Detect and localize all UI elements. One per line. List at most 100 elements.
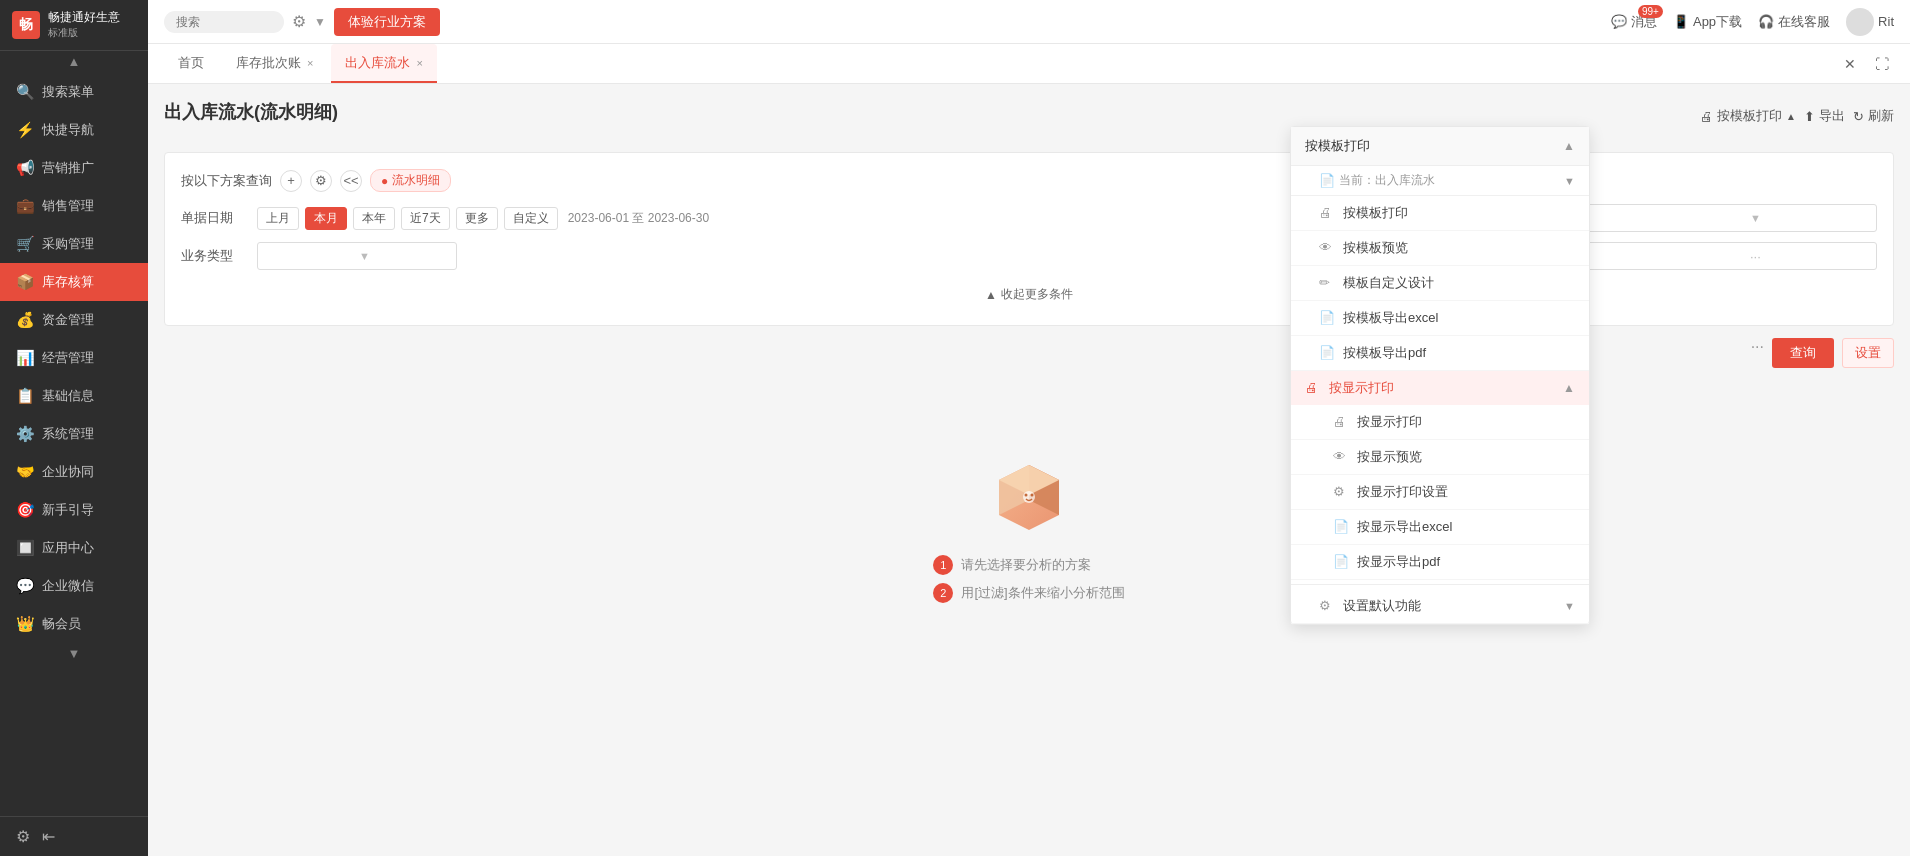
edit-icon: ✏ bbox=[1319, 275, 1335, 291]
template-print-btn[interactable]: 🖨 按模板打印 ▲ bbox=[1700, 107, 1796, 125]
sidebar-item-label: 快捷导航 bbox=[42, 121, 94, 139]
message-icon: 💬 bbox=[1611, 14, 1627, 29]
topbar-gear-icon[interactable]: ⚙ bbox=[292, 12, 306, 31]
industry-solution-button[interactable]: 体验行业方案 bbox=[334, 8, 440, 36]
filter-collapse-btn[interactable]: << bbox=[340, 170, 362, 192]
dropdown-template-custom-btn[interactable]: ✏ 模板自定义设计 bbox=[1291, 266, 1589, 301]
item-label: 按模板预览 bbox=[1343, 239, 1408, 257]
biz-type-label: 业务类型 bbox=[181, 247, 241, 265]
sidebar-item-label: 企业协同 bbox=[42, 463, 94, 481]
sidebar-item-finance[interactable]: 💰 资金管理 bbox=[0, 301, 148, 339]
sidebar-item-sales[interactable]: 💼 销售管理 bbox=[0, 187, 148, 225]
tag-label: 流水明细 bbox=[392, 172, 440, 189]
section-label: 按显示打印 bbox=[1329, 379, 1394, 397]
sidebar-item-wechat[interactable]: 💬 企业微信 bbox=[0, 567, 148, 605]
search-input[interactable] bbox=[164, 11, 284, 33]
window-close-btn[interactable]: ✕ bbox=[1838, 52, 1862, 76]
dropdown-display-preview-btn[interactable]: 👁 按显示预览 bbox=[1291, 440, 1589, 475]
content-area: 出入库流水(流水明细) 🖨 按模板打印 ▲ ⬆ 导出 ↻ 刷新 bbox=[148, 84, 1910, 856]
sidebar-item-label: 新手引导 bbox=[42, 501, 94, 519]
settings-sub-icon: ⚙ bbox=[1333, 484, 1349, 500]
main-area: ⚙ ▼ 体验行业方案 💬 消息 99+ 📱 App下载 🎧 在线客服 bbox=[148, 0, 1910, 856]
sidebar-item-quick-nav[interactable]: ⚡ 快捷导航 bbox=[0, 111, 148, 149]
settings-footer-icon[interactable]: ⚙ bbox=[16, 827, 30, 846]
window-maximize-btn[interactable]: ⛶ bbox=[1870, 52, 1894, 76]
date-this-year-btn[interactable]: 本年 bbox=[353, 207, 395, 230]
print-dropdown-panel: 按模板打印 ▲ 📄 当前：出入库流水 ▼ 🖨 按模板打印 👁 按模板预览 ✏ 模… bbox=[1290, 126, 1590, 625]
sidebar-item-apps[interactable]: 🔲 应用中心 bbox=[0, 529, 148, 567]
filter-header: 按以下方案查询 + ⚙ << ● 流水明细 bbox=[181, 169, 1877, 192]
dropdown-display-print-section[interactable]: 🖨 按显示打印 ▲ bbox=[1291, 371, 1589, 405]
date-7days-btn[interactable]: 近7天 bbox=[401, 207, 450, 230]
collapse-filter-btn[interactable]: ▲ 收起更多条件 bbox=[985, 280, 1073, 309]
item-label: 按显示预览 bbox=[1357, 448, 1422, 466]
date-this-month-btn[interactable]: 本月 bbox=[305, 207, 347, 230]
item-label: 按模板导出excel bbox=[1343, 309, 1438, 327]
avatar bbox=[1846, 8, 1874, 36]
user-avatar-btn[interactable]: Rit bbox=[1846, 8, 1894, 36]
briefcase-icon: 💼 bbox=[16, 197, 34, 215]
dropdown-collapse-arrow[interactable]: ▲ bbox=[1563, 139, 1575, 153]
export-btn[interactable]: ⬆ 导出 bbox=[1804, 107, 1845, 125]
current-icon: 📄 bbox=[1319, 173, 1335, 188]
empty-step-1: 1 请先选择要分析的方案 bbox=[933, 555, 1124, 575]
warehouse-more-icon[interactable]: ··· bbox=[1750, 249, 1868, 264]
tab-stock-flow[interactable]: 出入库流水 × bbox=[331, 44, 436, 83]
sidebar-item-enterprise[interactable]: 🤝 企业协同 bbox=[0, 453, 148, 491]
sidebar-item-basics[interactable]: 📋 基础信息 bbox=[0, 377, 148, 415]
sidebar-item-inventory[interactable]: 📦 库存核算 bbox=[0, 263, 148, 301]
sidebar-item-system[interactable]: ⚙️ 系统管理 bbox=[0, 415, 148, 453]
dropdown-set-default-btn[interactable]: ⚙ 设置默认功能 ▼ bbox=[1291, 589, 1589, 624]
topbar-dropdown-arrow[interactable]: ▼ bbox=[314, 15, 326, 29]
sidebar-item-purchase[interactable]: 🛒 采购管理 bbox=[0, 225, 148, 263]
printer-icon: 🖨 bbox=[1319, 205, 1335, 221]
window-controls: ✕ ⛶ bbox=[1838, 44, 1894, 83]
current-row-arrow[interactable]: ▼ bbox=[1564, 175, 1575, 187]
date-more-btn[interactable]: 更多 bbox=[456, 207, 498, 230]
date-last-month-btn[interactable]: 上月 bbox=[257, 207, 299, 230]
sidebar-item-operations[interactable]: 📊 经营管理 bbox=[0, 339, 148, 377]
more-options-icon[interactable]: ··· bbox=[1751, 338, 1764, 368]
dropdown-template-export-excel-btn[interactable]: 📄 按模板导出excel bbox=[1291, 301, 1589, 336]
app-download-btn[interactable]: 📱 App下载 bbox=[1673, 13, 1742, 31]
refresh-btn[interactable]: ↻ 刷新 bbox=[1853, 107, 1894, 125]
export-label: 导出 bbox=[1819, 107, 1845, 125]
message-btn[interactable]: 💬 消息 99+ bbox=[1611, 13, 1657, 31]
filter-settings-btn[interactable]: ⚙ bbox=[310, 170, 332, 192]
sidebar-item-search[interactable]: 🔍 搜索菜单 bbox=[0, 73, 148, 111]
sidebar-item-vip[interactable]: 👑 畅会员 bbox=[0, 605, 148, 643]
sidebar-item-marketing[interactable]: 📢 营销推广 bbox=[0, 149, 148, 187]
wechat-icon: 💬 bbox=[16, 577, 34, 595]
dropdown-display-print-settings-btn[interactable]: ⚙ 按显示打印设置 bbox=[1291, 475, 1589, 510]
tab-close-inventory-batch[interactable]: × bbox=[307, 57, 313, 69]
biz-select-arrow: ▼ bbox=[359, 250, 448, 262]
settings-button[interactable]: 设置 bbox=[1842, 338, 1894, 368]
customer-service-btn[interactable]: 🎧 在线客服 bbox=[1758, 13, 1830, 31]
tag-dot: ● bbox=[381, 174, 388, 188]
app-subtitle: 标准版 bbox=[48, 26, 120, 40]
dropdown-template-preview-btn[interactable]: 👁 按模板预览 bbox=[1291, 231, 1589, 266]
dropdown-display-print-btn[interactable]: 🖨 按显示打印 bbox=[1291, 405, 1589, 440]
tab-inventory-batch[interactable]: 库存批次账 × bbox=[222, 44, 327, 83]
filter-add-btn[interactable]: + bbox=[280, 170, 302, 192]
sidebar-scroll-down[interactable]: ▼ bbox=[0, 643, 148, 665]
tab-label: 出入库流水 bbox=[345, 54, 410, 72]
dropdown-display-export-excel-btn[interactable]: 📄 按显示导出excel bbox=[1291, 510, 1589, 545]
tab-close-stock-flow[interactable]: × bbox=[416, 57, 422, 69]
dropdown-display-export-pdf-btn[interactable]: 📄 按显示导出pdf bbox=[1291, 545, 1589, 580]
item-label: 按显示导出excel bbox=[1357, 518, 1452, 536]
date-custom-btn[interactable]: 自定义 bbox=[504, 207, 558, 230]
dropdown-template-print-btn[interactable]: 🖨 按模板打印 bbox=[1291, 196, 1589, 231]
printer-red-icon: 🖨 bbox=[1305, 380, 1321, 396]
collapse-sidebar-icon[interactable]: ⇤ bbox=[42, 827, 55, 846]
filter-tag-flow-detail[interactable]: ● 流水明细 bbox=[370, 169, 451, 192]
sidebar-scroll-up[interactable]: ▲ bbox=[0, 51, 148, 73]
sidebar-item-guide[interactable]: 🎯 新手引导 bbox=[0, 491, 148, 529]
filter-row-biz: 业务类型 ▼ 仓库 ··· bbox=[181, 242, 1877, 270]
biz-type-select[interactable]: ▼ bbox=[257, 242, 457, 270]
dropdown-template-export-pdf-btn[interactable]: 📄 按模板导出pdf bbox=[1291, 336, 1589, 371]
query-button[interactable]: 查询 bbox=[1772, 338, 1834, 368]
step-1-text: 请先选择要分析的方案 bbox=[961, 556, 1091, 574]
tab-home[interactable]: 首页 bbox=[164, 44, 218, 83]
dropdown-header: 按模板打印 ▲ bbox=[1291, 127, 1589, 166]
